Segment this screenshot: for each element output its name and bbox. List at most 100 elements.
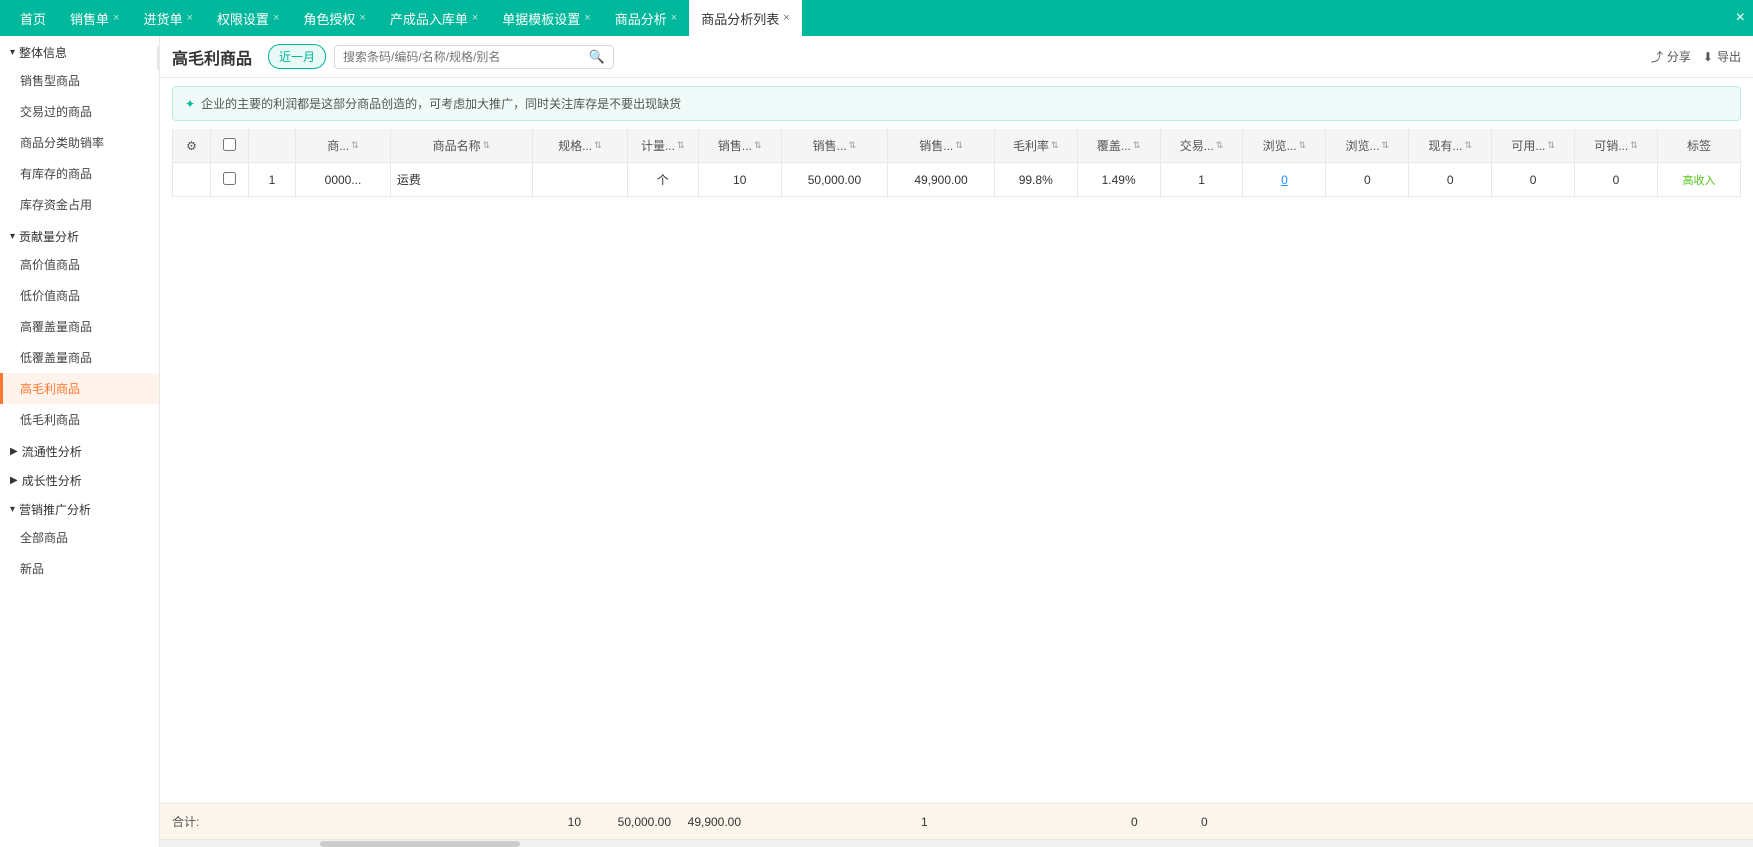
- sidebar-item-low-coverage[interactable]: 低覆盖量商品: [0, 342, 159, 373]
- th-browse2[interactable]: 浏览... ⇅: [1326, 129, 1409, 163]
- sort-icon-browse2: ⇅: [1382, 140, 1390, 151]
- cell-saleable: 0: [1575, 163, 1658, 197]
- sort-icon-sales-qty: ⇅: [754, 140, 762, 151]
- section-arrow-marketing: ▾: [10, 504, 15, 515]
- sidebar-item-all-products[interactable]: 全部商品: [0, 522, 159, 553]
- page-title: 高毛利商品: [172, 45, 252, 69]
- close-role-permission-tab[interactable]: ×: [359, 12, 365, 24]
- section-arrow-contribution: ▾: [10, 231, 15, 242]
- close-permission-settings-tab[interactable]: ×: [273, 12, 279, 24]
- th-sales-profit[interactable]: 销售... ⇅: [888, 129, 995, 163]
- main-layout: 《 ▾ 整体信息 销售型商品 交易过的商品 商品分类助销率 有库存的商品 库存资…: [0, 36, 1753, 847]
- cell-tag: 高收入: [1657, 163, 1740, 197]
- section-arrow-liquidity: ▶: [10, 446, 18, 457]
- share-button[interactable]: ⤴ 分享: [1651, 48, 1691, 65]
- sort-icon-name: ⇅: [483, 140, 491, 151]
- th-tag: 标签: [1657, 129, 1740, 163]
- sidebar-item-sales-products[interactable]: 销售型商品: [0, 65, 159, 96]
- sidebar-item-high-value[interactable]: 高价值商品: [0, 249, 159, 280]
- table-container: ⚙ 商... ⇅: [160, 129, 1753, 803]
- footer-sales-qty: 10: [539, 815, 609, 829]
- product-table: ⚙ 商... ⇅: [172, 129, 1741, 197]
- th-spec[interactable]: 规格... ⇅: [532, 129, 627, 163]
- footer-spacer1: [219, 815, 539, 829]
- th-available[interactable]: 可用... ⇅: [1492, 129, 1575, 163]
- select-all-checkbox[interactable]: [223, 138, 236, 151]
- nav-purchase-order[interactable]: 进货单 ×: [131, 0, 204, 36]
- sort-icon-sales-profit: ⇅: [955, 140, 963, 151]
- cell-name: 运费: [390, 163, 532, 197]
- th-gross-margin[interactable]: 毛利率 ⇅: [994, 129, 1077, 163]
- sidebar-section-marketing[interactable]: ▾ 营销推广分析: [0, 493, 159, 522]
- search-icon[interactable]: 🔍: [589, 49, 605, 65]
- scrollbar-thumb[interactable]: [320, 841, 520, 847]
- th-browse1[interactable]: 浏览... ⇅: [1243, 129, 1326, 163]
- cell-sales-amt: 50,000.00: [781, 163, 888, 197]
- window-close-icon[interactable]: ×: [1736, 9, 1745, 27]
- close-product-analysis-list-tab[interactable]: ×: [783, 12, 789, 24]
- sidebar-section-liquidity[interactable]: ▶ 流通性分析: [0, 435, 159, 464]
- search-input[interactable]: [343, 50, 589, 64]
- cell-available: 0: [1492, 163, 1575, 197]
- nav-home[interactable]: 首页: [8, 0, 58, 36]
- nav-finished-goods[interactable]: 产成品入库单 ×: [378, 0, 490, 36]
- section-arrow-growth: ▶: [10, 475, 18, 486]
- cell-spec: [532, 163, 627, 197]
- export-icon: ⬇: [1703, 50, 1713, 64]
- th-sales-qty[interactable]: 销售... ⇅: [698, 129, 781, 163]
- close-template-settings-tab[interactable]: ×: [584, 12, 590, 24]
- close-purchase-order-tab[interactable]: ×: [186, 12, 192, 24]
- sidebar-section-contribution[interactable]: ▾ 贡献量分析: [0, 220, 159, 249]
- th-unit[interactable]: 计量... ⇅: [627, 129, 698, 163]
- cell-check[interactable]: [210, 163, 248, 197]
- info-banner: ✦ 企业的主要的利润都是这部分商品创造的，可考虑加大推广，同时关注库存是不要出现…: [172, 86, 1741, 121]
- close-finished-goods-tab[interactable]: ×: [472, 12, 478, 24]
- share-icon: ⤴: [1651, 48, 1663, 65]
- sidebar-item-low-margin[interactable]: 低毛利商品: [0, 404, 159, 435]
- sidebar-section-overall[interactable]: ▾ 整体信息: [0, 36, 159, 65]
- sidebar-collapse-button[interactable]: 《: [157, 46, 160, 70]
- nav-sales-order[interactable]: 销售单 ×: [58, 0, 131, 36]
- th-check[interactable]: [210, 129, 248, 163]
- sidebar-item-low-value[interactable]: 低价值商品: [0, 280, 159, 311]
- footer-spacer2: [749, 815, 889, 829]
- search-box: 🔍: [334, 45, 614, 69]
- sidebar-item-high-margin[interactable]: 高毛利商品: [0, 373, 159, 404]
- th-code[interactable]: 商... ⇅: [296, 129, 391, 163]
- th-no: [248, 129, 295, 163]
- footer-values: 10 50,000.00 49,900.00 1 0 0: [219, 815, 1741, 829]
- sidebar-item-high-coverage[interactable]: 高覆盖量商品: [0, 311, 159, 342]
- time-filter-button[interactable]: 近一月: [268, 44, 326, 69]
- close-sales-order-tab[interactable]: ×: [113, 12, 119, 24]
- top-navigation: 首页 销售单 × 进货单 × 权限设置 × 角色授权 × 产成品入库单 × 单据…: [0, 0, 1753, 36]
- th-settings[interactable]: ⚙: [173, 129, 211, 163]
- row-checkbox[interactable]: [223, 172, 236, 185]
- sidebar-item-stock-capital[interactable]: 库存资金占用: [0, 189, 159, 220]
- nav-template-settings[interactable]: 单据模板设置 ×: [490, 0, 602, 36]
- th-coverage[interactable]: 覆盖... ⇅: [1077, 129, 1160, 163]
- nav-product-analysis[interactable]: 商品分析 ×: [603, 0, 689, 36]
- sidebar-section-growth[interactable]: ▶ 成长性分析: [0, 464, 159, 493]
- th-sales-amt[interactable]: 销售... ⇅: [781, 129, 888, 163]
- sidebar-item-category-assist-rate[interactable]: 商品分类助销率: [0, 127, 159, 158]
- sidebar-item-traded-products[interactable]: 交易过的商品: [0, 96, 159, 127]
- th-name[interactable]: 商品名称 ⇅: [390, 129, 532, 163]
- sort-icon-gross-margin: ⇅: [1051, 140, 1059, 151]
- th-transaction[interactable]: 交易... ⇅: [1160, 129, 1243, 163]
- nav-product-analysis-list[interactable]: 商品分析列表 ×: [689, 0, 801, 36]
- nav-permission-settings[interactable]: 权限设置 ×: [205, 0, 291, 36]
- sidebar-item-new-products[interactable]: 新品: [0, 553, 159, 584]
- footer-sales-profit: 49,900.00: [679, 815, 749, 829]
- export-button[interactable]: ⬇ 导出: [1703, 48, 1741, 65]
- window-controls: ×: [1736, 9, 1745, 27]
- table-scrollbar[interactable]: [160, 839, 1753, 847]
- sidebar-item-in-stock-products[interactable]: 有库存的商品: [0, 158, 159, 189]
- th-stock[interactable]: 现有... ⇅: [1409, 129, 1492, 163]
- cell-browse1[interactable]: 0: [1243, 163, 1326, 197]
- cell-transaction: 1: [1160, 163, 1243, 197]
- sort-icon-unit: ⇅: [677, 140, 685, 151]
- nav-role-permission[interactable]: 角色授权 ×: [291, 0, 377, 36]
- th-saleable[interactable]: 可销... ⇅: [1575, 129, 1658, 163]
- table-row: 1 0000... 运费 个 10 50,000.00 49,900.00 99…: [173, 163, 1741, 197]
- close-product-analysis-tab[interactable]: ×: [671, 12, 677, 24]
